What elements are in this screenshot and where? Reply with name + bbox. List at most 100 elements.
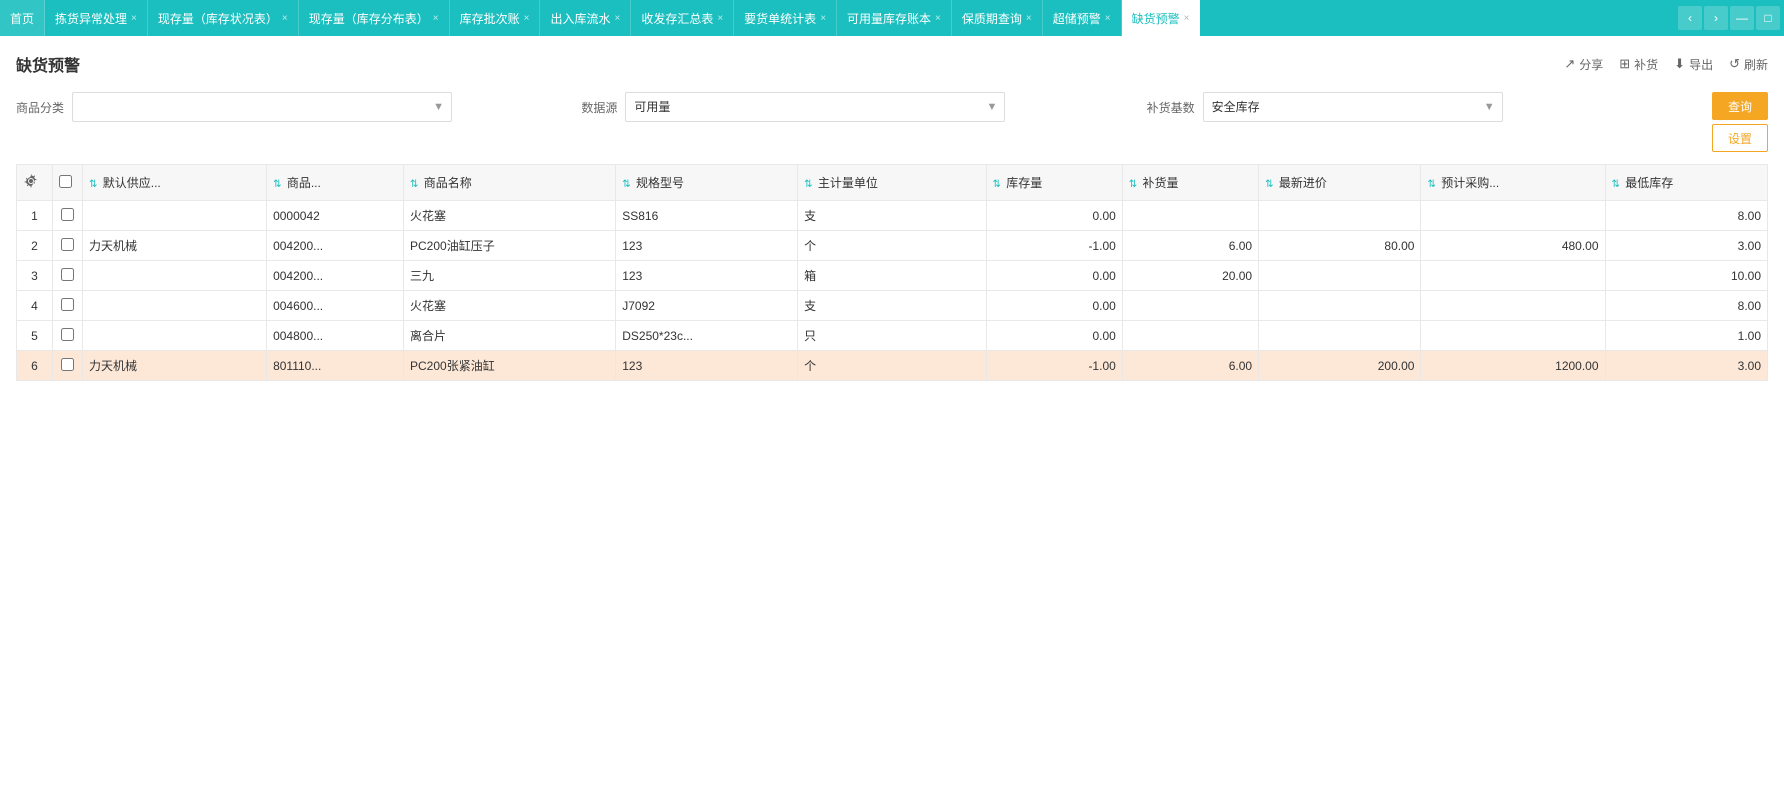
row-est-purchase: 480.00 bbox=[1421, 231, 1605, 261]
nav-tab-5[interactable]: 出入库流水 × bbox=[540, 0, 631, 36]
nav-scroll-right[interactable]: › bbox=[1704, 6, 1728, 30]
nav-tab-1[interactable]: 拣货异常处理 × bbox=[45, 0, 148, 36]
row-product-name: PC200油缸压子 bbox=[404, 231, 616, 261]
row-min-stock: 8.00 bbox=[1605, 291, 1767, 321]
nav-minimize[interactable]: — bbox=[1730, 6, 1754, 30]
row-spec: 123 bbox=[616, 261, 798, 291]
col-header-product-name[interactable]: ⇅ 商品名称 bbox=[404, 165, 616, 201]
nav-tab-9[interactable]: 保质期查询 × bbox=[952, 0, 1043, 36]
row-stock-qty: 0.00 bbox=[986, 261, 1122, 291]
row-est-purchase bbox=[1421, 321, 1605, 351]
nav-tab-10-label: 超储预警 bbox=[1053, 10, 1101, 27]
row-num-cell: 4 bbox=[17, 291, 53, 321]
row-checkbox-cell[interactable] bbox=[53, 201, 83, 231]
nav-tab-10-close[interactable]: × bbox=[1105, 13, 1111, 24]
col-header-latest-price[interactable]: ⇅ 最新进价 bbox=[1259, 165, 1421, 201]
gear-icon bbox=[23, 173, 39, 189]
replenish-button[interactable]: ⊞ 补货 bbox=[1619, 56, 1658, 73]
nav-tab-6-close[interactable]: × bbox=[717, 13, 723, 24]
checkbox-header[interactable] bbox=[53, 165, 83, 201]
row-unit: 支 bbox=[798, 201, 986, 231]
nav-tab-9-close[interactable]: × bbox=[1026, 13, 1032, 24]
nav-tab-5-label: 出入库流水 bbox=[550, 10, 610, 27]
datasource-filter-select[interactable]: 可用量 bbox=[625, 92, 1005, 122]
nav-scroll-left[interactable]: ‹ bbox=[1678, 6, 1702, 30]
nav-tab-home[interactable]: 首页 bbox=[0, 0, 45, 36]
sort-icon-price: ⇅ bbox=[1265, 179, 1273, 190]
replenish-base-select[interactable]: 安全库存 bbox=[1203, 92, 1503, 122]
table-row: 3 004200... 三九 123 箱 0.00 20.00 10.00 bbox=[17, 261, 1768, 291]
row-checkbox-cell[interactable] bbox=[53, 321, 83, 351]
share-icon: ↗ bbox=[1564, 56, 1575, 72]
nav-maximize[interactable]: □ bbox=[1756, 6, 1780, 30]
nav-tab-6-label: 收发存汇总表 bbox=[641, 10, 713, 27]
row-min-stock: 1.00 bbox=[1605, 321, 1767, 351]
sort-icon-name: ⇅ bbox=[410, 179, 418, 190]
row-latest-price bbox=[1259, 321, 1421, 351]
nav-tab-11[interactable]: 缺货预警 × bbox=[1122, 0, 1201, 36]
nav-tab-7-close[interactable]: × bbox=[820, 13, 826, 24]
row-num-cell: 6 bbox=[17, 351, 53, 381]
row-checkbox-cell[interactable] bbox=[53, 231, 83, 261]
nav-tab-3[interactable]: 现存量（库存分布表） × bbox=[299, 0, 450, 36]
nav-tab-6[interactable]: 收发存汇总表 × bbox=[631, 0, 734, 36]
col-header-unit[interactable]: ⇅ 主计量单位 bbox=[798, 165, 986, 201]
row-checkbox[interactable] bbox=[61, 358, 74, 371]
nav-tab-1-label: 拣货异常处理 bbox=[55, 10, 127, 27]
row-checkbox[interactable] bbox=[61, 328, 74, 341]
category-filter-label: 商品分类 bbox=[16, 99, 64, 116]
gear-header[interactable] bbox=[17, 165, 53, 201]
nav-tab-4-close[interactable]: × bbox=[524, 13, 530, 24]
row-latest-price: 200.00 bbox=[1259, 351, 1421, 381]
nav-tab-10[interactable]: 超储预警 × bbox=[1043, 0, 1122, 36]
row-checkbox[interactable] bbox=[61, 298, 74, 311]
col-header-est-purchase[interactable]: ⇅ 预计采购... bbox=[1421, 165, 1605, 201]
col-header-min-stock[interactable]: ⇅ 最低库存 bbox=[1605, 165, 1767, 201]
row-checkbox[interactable] bbox=[61, 238, 74, 251]
row-replenish-qty: 20.00 bbox=[1122, 261, 1258, 291]
col-header-default-supplier[interactable]: ⇅ 默认供应... bbox=[83, 165, 267, 201]
table-row: 5 004800... 离合片 DS250*23c... 只 0.00 1.00 bbox=[17, 321, 1768, 351]
row-supplier: 力天机械 bbox=[83, 351, 267, 381]
nav-tab-1-close[interactable]: × bbox=[131, 13, 137, 24]
nav-tab-7[interactable]: 要货单统计表 × bbox=[734, 0, 837, 36]
col-header-stock-qty[interactable]: ⇅ 库存量 bbox=[986, 165, 1122, 201]
nav-tab-3-close[interactable]: × bbox=[433, 13, 439, 24]
row-product-name: 离合片 bbox=[404, 321, 616, 351]
col-header-product-code[interactable]: ⇅ 商品... bbox=[267, 165, 404, 201]
export-button[interactable]: ⬇ 导出 bbox=[1674, 56, 1713, 73]
query-button[interactable]: 查询 bbox=[1712, 92, 1768, 120]
nav-tab-11-close[interactable]: × bbox=[1184, 13, 1190, 24]
category-filter-select[interactable] bbox=[72, 92, 452, 122]
export-icon: ⬇ bbox=[1674, 56, 1685, 72]
page-title: 缺货预警 bbox=[16, 52, 1564, 76]
nav-tab-2-close[interactable]: × bbox=[282, 13, 288, 24]
row-checkbox-cell[interactable] bbox=[53, 291, 83, 321]
replenish-label: 补货 bbox=[1634, 56, 1658, 73]
refresh-button[interactable]: ↺ 刷新 bbox=[1729, 56, 1768, 73]
nav-tab-8[interactable]: 可用量库存账本 × bbox=[837, 0, 952, 36]
select-all-checkbox[interactable] bbox=[59, 175, 72, 188]
row-checkbox-cell[interactable] bbox=[53, 351, 83, 381]
row-unit: 个 bbox=[798, 231, 986, 261]
row-num-cell: 3 bbox=[17, 261, 53, 291]
sort-icon-code: ⇅ bbox=[273, 179, 281, 190]
row-checkbox[interactable] bbox=[61, 208, 74, 221]
row-replenish-qty bbox=[1122, 201, 1258, 231]
nav-tab-8-close[interactable]: × bbox=[935, 13, 941, 24]
settings-button[interactable]: 设置 bbox=[1712, 124, 1768, 152]
row-checkbox-cell[interactable] bbox=[53, 261, 83, 291]
replenish-base-label: 补货基数 bbox=[1147, 99, 1195, 116]
col-header-spec[interactable]: ⇅ 规格型号 bbox=[616, 165, 798, 201]
nav-tab-7-label: 要货单统计表 bbox=[744, 10, 816, 27]
nav-tab-2[interactable]: 现存量（库存状况表） × bbox=[148, 0, 299, 36]
nav-tab-5-close[interactable]: × bbox=[614, 13, 620, 24]
row-checkbox[interactable] bbox=[61, 268, 74, 281]
nav-tab-4[interactable]: 库存批次账 × bbox=[450, 0, 541, 36]
header-actions: ↗ 分享 ⊞ 补货 ⬇ 导出 ↺ 刷新 bbox=[1564, 56, 1768, 73]
share-label: 分享 bbox=[1579, 56, 1603, 73]
share-button[interactable]: ↗ 分享 bbox=[1564, 56, 1603, 73]
col-header-replenish-qty[interactable]: ⇅ 补货量 bbox=[1122, 165, 1258, 201]
row-product-code: 801110... bbox=[267, 351, 404, 381]
row-replenish-qty: 6.00 bbox=[1122, 231, 1258, 261]
